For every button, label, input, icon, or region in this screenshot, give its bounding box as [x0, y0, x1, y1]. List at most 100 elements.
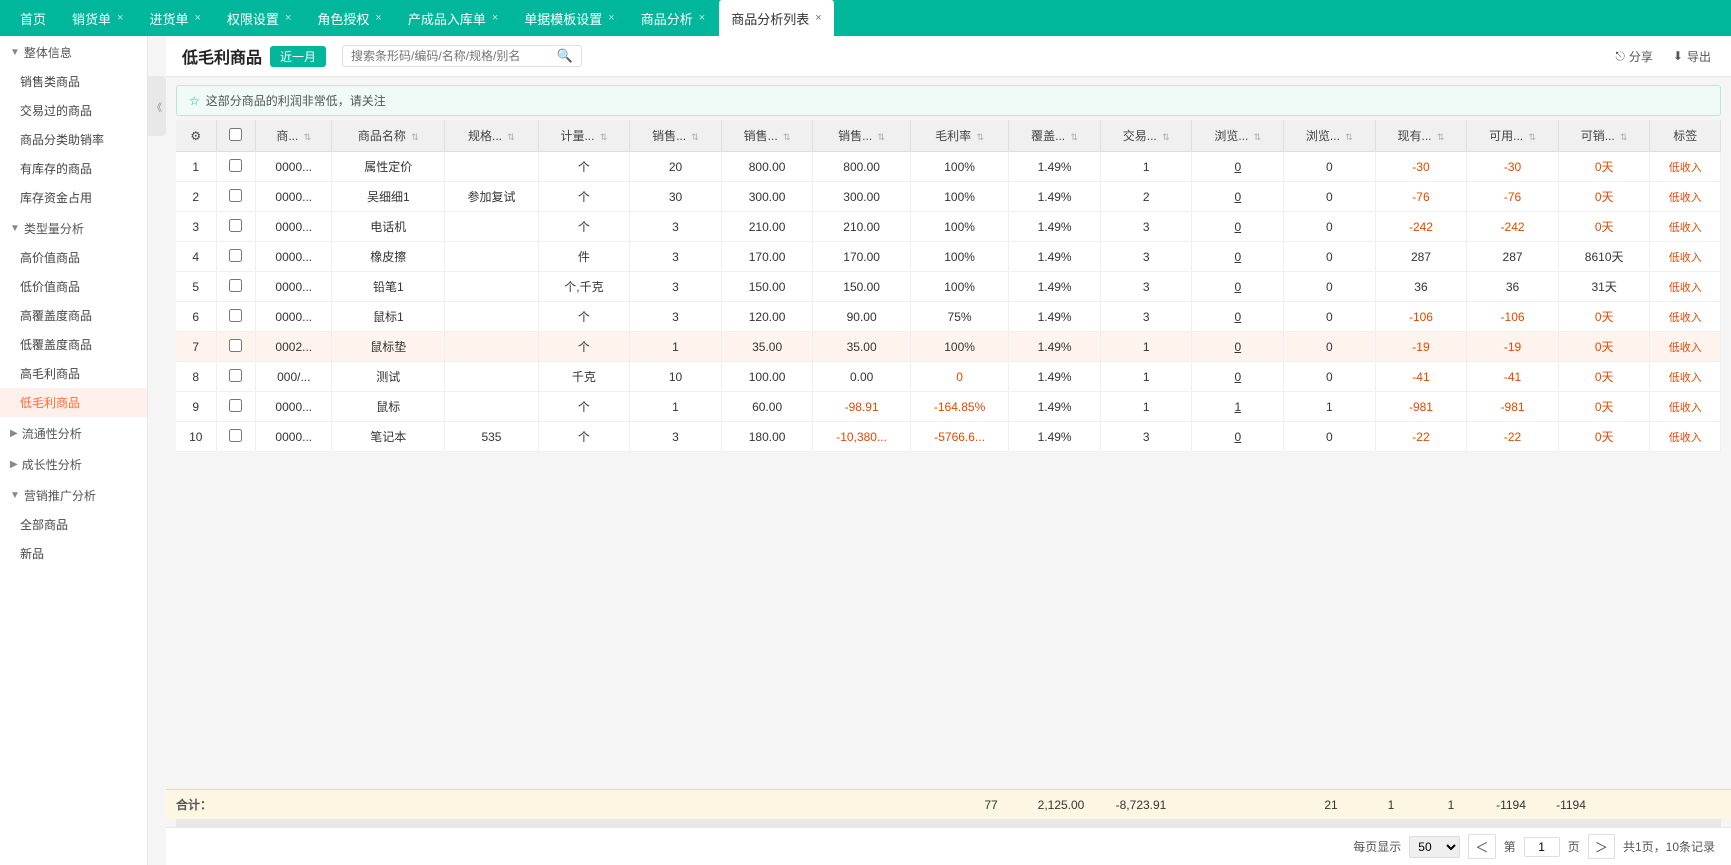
sidebar-item-low-margin[interactable]: 低毛利商品	[0, 388, 147, 417]
row-margin: 75%	[910, 302, 1008, 332]
col-unit[interactable]: 计量... ⇅	[538, 120, 630, 152]
sidebar-item-high-coverage[interactable]: 高覆盖度商品	[0, 301, 147, 330]
export-button[interactable]: ⬇ 导出	[1669, 46, 1715, 67]
prev-page-button[interactable]: ＜	[1468, 834, 1495, 859]
sidebar-item-sales-products[interactable]: 销售类商品	[0, 67, 147, 96]
row-checkbox[interactable]	[216, 182, 256, 212]
select-all-checkbox[interactable]	[229, 128, 242, 141]
row-checkbox[interactable]	[216, 392, 256, 422]
nav-templates[interactable]: 单据模板设置 ×	[512, 0, 626, 36]
search-icon[interactable]: 🔍	[557, 48, 573, 64]
row-select-checkbox[interactable]	[229, 279, 242, 292]
date-filter-button[interactable]: 近一月	[270, 46, 326, 67]
row-checkbox[interactable]	[216, 362, 256, 392]
close-icon[interactable]: ×	[815, 12, 821, 24]
sidebar-item-new-products[interactable]: 新品	[0, 539, 147, 568]
row-current: -106	[1375, 302, 1467, 332]
col-available[interactable]: 可用... ⇅	[1467, 120, 1559, 152]
col-code[interactable]: 商... ⇅	[256, 120, 332, 152]
col-saleable[interactable]: 可销... ⇅	[1558, 120, 1650, 152]
row-select-checkbox[interactable]	[229, 309, 242, 322]
close-icon[interactable]: ×	[608, 12, 614, 24]
row-checkbox[interactable]	[216, 152, 256, 182]
nav-sales[interactable]: 销货单 ×	[60, 0, 135, 36]
row-margin: 100%	[910, 332, 1008, 362]
col-views1[interactable]: 浏览... ⇅	[1192, 120, 1284, 152]
row-available: -76	[1467, 182, 1559, 212]
row-spec	[445, 272, 538, 302]
nav-permissions[interactable]: 权限设置 ×	[215, 0, 303, 36]
col-settings[interactable]: ⚙	[176, 120, 216, 152]
col-views2[interactable]: 浏览... ⇅	[1284, 120, 1376, 152]
sidebar-group-marketing[interactable]: ▼ 营销推广分析	[0, 479, 147, 510]
sidebar-item-stock-capital[interactable]: 库存资金占用	[0, 183, 147, 212]
sidebar-item-low-value[interactable]: 低价值商品	[0, 272, 147, 301]
row-select-checkbox[interactable]	[229, 339, 242, 352]
row-select-checkbox[interactable]	[229, 189, 242, 202]
close-icon[interactable]: ×	[492, 12, 498, 24]
sidebar-group-circulation[interactable]: ▶ 流通性分析	[0, 417, 147, 448]
row-spec	[445, 302, 538, 332]
close-icon[interactable]: ×	[375, 12, 381, 24]
col-margin[interactable]: 毛利率 ⇅	[910, 120, 1008, 152]
col-profit[interactable]: 销售... ⇅	[813, 120, 910, 152]
col-spec[interactable]: 规格... ⇅	[445, 120, 538, 152]
sidebar-collapse-button[interactable]: 《	[148, 76, 166, 136]
row-trade: 3	[1100, 212, 1192, 242]
col-trade[interactable]: 交易... ⇅	[1100, 120, 1192, 152]
per-page-select[interactable]: 50 100 200	[1409, 836, 1460, 858]
sidebar-item-high-margin[interactable]: 高毛利商品	[0, 359, 147, 388]
sidebar-group-growth[interactable]: ▶ 成长性分析	[0, 448, 147, 479]
row-select-checkbox[interactable]	[229, 219, 242, 232]
share-button[interactable]: ⎋ 分享	[1611, 46, 1657, 67]
nav-analysis-list[interactable]: 商品分析列表 ×	[719, 0, 833, 36]
sidebar-item-all-products[interactable]: 全部商品	[0, 510, 147, 539]
row-checkbox[interactable]	[216, 242, 256, 272]
row-checkbox[interactable]	[216, 212, 256, 242]
row-select-checkbox[interactable]	[229, 369, 242, 382]
row-select-checkbox[interactable]	[229, 429, 242, 442]
row-views1: 0	[1192, 302, 1284, 332]
horizontal-scrollbar[interactable]	[176, 819, 1721, 827]
sidebar-item-in-stock[interactable]: 有库存的商品	[0, 154, 147, 183]
sidebar-item-traded-products[interactable]: 交易过的商品	[0, 96, 147, 125]
close-icon[interactable]: ×	[285, 12, 291, 24]
row-select-checkbox[interactable]	[229, 249, 242, 262]
col-coverage[interactable]: 覆盖... ⇅	[1009, 120, 1101, 152]
products-table: ⚙ 商... ⇅ 商品名称 ⇅ 规格... ⇅ 计量... ⇅ 销售... ⇅ …	[176, 120, 1721, 452]
row-views2: 1	[1284, 392, 1376, 422]
close-icon[interactable]: ×	[117, 12, 123, 24]
nav-analysis[interactable]: 商品分析 ×	[629, 0, 717, 36]
sort-icon: ⇅	[976, 132, 984, 142]
row-code: 0000...	[256, 302, 332, 332]
col-current[interactable]: 现有... ⇅	[1375, 120, 1467, 152]
row-checkbox[interactable]	[216, 422, 256, 452]
table-wrapper[interactable]: ⚙ 商... ⇅ 商品名称 ⇅ 规格... ⇅ 计量... ⇅ 销售... ⇅ …	[176, 120, 1721, 789]
row-views2: 0	[1284, 332, 1376, 362]
sidebar-item-high-value[interactable]: 高价值商品	[0, 243, 147, 272]
sidebar-group-type-analysis[interactable]: ▼ 类型量分析	[0, 212, 147, 243]
col-price[interactable]: 销售... ⇅	[721, 120, 813, 152]
row-select-checkbox[interactable]	[229, 399, 242, 412]
nav-purchase[interactable]: 进货单 ×	[137, 0, 212, 36]
row-checkbox[interactable]	[216, 332, 256, 362]
row-select-checkbox[interactable]	[229, 159, 242, 172]
sidebar-item-category-rate[interactable]: 商品分类助销率	[0, 125, 147, 154]
row-checkbox[interactable]	[216, 302, 256, 332]
sidebar-group-overall[interactable]: ▼ 整体信息	[0, 36, 147, 67]
close-icon[interactable]: ×	[194, 12, 200, 24]
next-page-button[interactable]: ＞	[1588, 834, 1615, 859]
sidebar-item-low-coverage[interactable]: 低覆盖度商品	[0, 330, 147, 359]
close-icon[interactable]: ×	[699, 12, 705, 24]
col-qty[interactable]: 销售... ⇅	[630, 120, 722, 152]
row-checkbox[interactable]	[216, 272, 256, 302]
col-tag[interactable]: 标签	[1650, 120, 1721, 152]
col-check[interactable]	[216, 120, 256, 152]
nav-roles[interactable]: 角色授权 ×	[305, 0, 393, 36]
page-input[interactable]	[1524, 837, 1560, 857]
nav-products[interactable]: 产成品入库单 ×	[396, 0, 510, 36]
search-input[interactable]	[351, 49, 557, 63]
table-row: 6 0000... 鼠标1 个 3 120.00 90.00 75% 1.49%…	[176, 302, 1721, 332]
col-name[interactable]: 商品名称 ⇅	[332, 120, 445, 152]
nav-home[interactable]: 首页	[8, 0, 58, 36]
